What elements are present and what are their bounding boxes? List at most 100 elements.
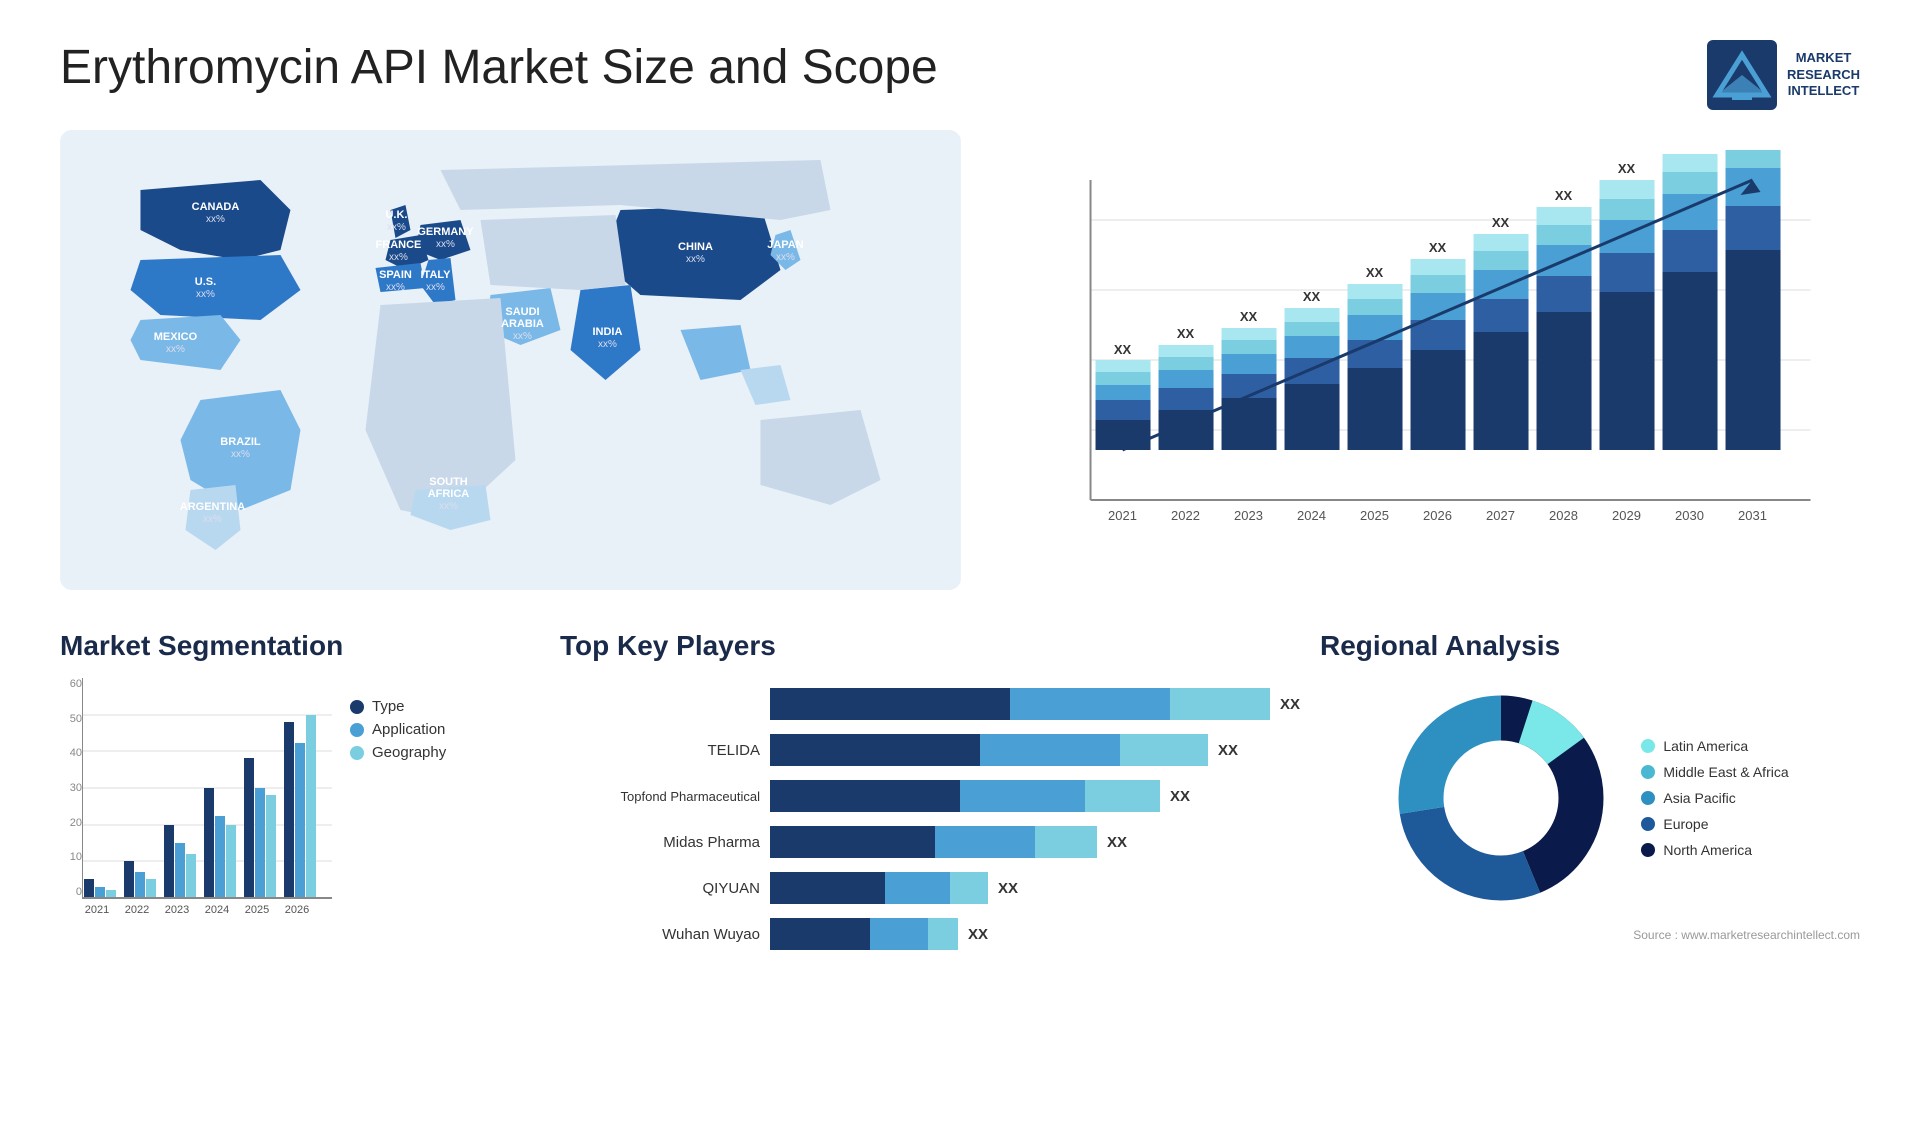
bar-2030-year: 2030 xyxy=(1675,508,1704,523)
bar-2028-label: XX xyxy=(1555,188,1573,203)
bar-2024-seg4 xyxy=(1284,322,1339,336)
bar-2022-seg2 xyxy=(1158,388,1213,410)
brazil-label: BRAZIL xyxy=(220,436,261,448)
bar-2028-seg1 xyxy=(1536,312,1591,450)
bar-2021-seg4 xyxy=(1095,372,1150,385)
player-row-5: QIYUAN XX xyxy=(560,872,1300,904)
bar-2026-label: XX xyxy=(1429,240,1447,255)
player-name-2: TELIDA xyxy=(560,742,760,759)
argentina-label: ARGENTINA xyxy=(180,501,245,513)
bar-2027-seg4 xyxy=(1473,251,1528,270)
regional-label-latin: Latin America xyxy=(1663,738,1748,754)
regional-legend-europe: Europe xyxy=(1641,816,1788,832)
japan-value: xx% xyxy=(776,252,795,263)
bar-2023-seg1 xyxy=(1221,398,1276,450)
bar-2031-seg2 xyxy=(1725,206,1780,250)
regional-legend: Latin America Middle East & Africa Asia … xyxy=(1641,738,1788,858)
regional-title: Regional Analysis xyxy=(1320,630,1860,662)
bar-2025-label: XX xyxy=(1366,265,1384,280)
bar-2021-seg5 xyxy=(1095,360,1150,372)
seg-chart: 0 10 20 30 40 50 60 xyxy=(60,678,340,938)
saudi-label: SAUDI xyxy=(505,306,539,318)
bar-2022-seg3 xyxy=(1158,370,1213,388)
bar-2029-seg2 xyxy=(1599,253,1654,292)
regional-legend-mea: Middle East & Africa xyxy=(1641,764,1788,780)
key-players-section: Top Key Players XX T xyxy=(560,630,1300,1050)
regional-dot-latin xyxy=(1641,739,1655,753)
germany-value: xx% xyxy=(436,239,455,250)
legend-geography: Geography xyxy=(350,744,446,761)
page-title: Erythromycin API Market Size and Scope xyxy=(60,40,938,95)
canada-value: xx% xyxy=(206,214,225,225)
regional-label-na: North America xyxy=(1663,842,1752,858)
us-label: U.S. xyxy=(195,276,216,288)
bar-2025-seg1 xyxy=(1347,368,1402,450)
player-xx-3: XX xyxy=(1170,788,1190,805)
svg-text:2024: 2024 xyxy=(205,904,229,916)
svg-text:2026: 2026 xyxy=(285,904,309,916)
source-text: Source : www.marketresearchintellect.com xyxy=(1320,928,1860,942)
legend-geography-label: Geography xyxy=(372,744,446,761)
bar-2021-year: 2021 xyxy=(1108,508,1137,523)
player-name-6: Wuhan Wuyao xyxy=(560,926,760,943)
svg-text:2021: 2021 xyxy=(85,904,109,916)
bar-2031-seg1 xyxy=(1725,250,1780,450)
logo-text: MARKET RESEARCH INTELLECT xyxy=(1787,50,1860,101)
player-xx-1: XX xyxy=(1280,696,1300,713)
regional-legend-asia: Asia Pacific xyxy=(1641,790,1788,806)
legend-type: Type xyxy=(350,698,446,715)
us-value: xx% xyxy=(196,289,215,300)
player-xx-4: XX xyxy=(1107,834,1127,851)
regional-label-asia: Asia Pacific xyxy=(1663,790,1735,806)
regional-dot-asia xyxy=(1641,791,1655,805)
bar-2024-seg1 xyxy=(1284,384,1339,450)
bar-2021-seg3 xyxy=(1095,385,1150,400)
regional-section: Regional Analysis xyxy=(1320,630,1860,1050)
bar-2030-seg5 xyxy=(1662,154,1717,172)
spain-value: xx% xyxy=(386,282,405,293)
player-name-4: Midas Pharma xyxy=(560,834,760,851)
player-name-3: Topfond Pharmaceutical xyxy=(560,789,760,804)
legend-type-dot xyxy=(350,700,364,714)
germany-label: GERMANY xyxy=(417,226,474,238)
bar-2023-seg4 xyxy=(1221,340,1276,354)
player-xx-5: XX xyxy=(998,880,1018,897)
player-bar-5: XX xyxy=(770,872,1300,904)
player-bar-2: XX xyxy=(770,734,1300,766)
logo-icon xyxy=(1707,40,1777,110)
legend-application-dot xyxy=(350,723,364,737)
bar-2023-seg5 xyxy=(1221,328,1276,340)
seg-chart-svg: 2021 2022 2023 2024 2025 2026 xyxy=(82,678,342,938)
bar-2030-label: XX xyxy=(1681,150,1699,151)
player-bar-6: XX xyxy=(770,918,1300,950)
bar-2025-seg2 xyxy=(1347,340,1402,368)
regional-dot-na xyxy=(1641,843,1655,857)
bar-2031-seg4 xyxy=(1725,150,1780,168)
bar-2026-year: 2026 xyxy=(1423,508,1452,523)
segmentation-section: Market Segmentation 0 10 20 30 40 50 60 xyxy=(60,630,540,1050)
bar-2026-seg1 xyxy=(1410,350,1465,450)
regional-dot-europe xyxy=(1641,817,1655,831)
india-value: xx% xyxy=(598,339,617,350)
france-value: xx% xyxy=(389,252,408,263)
donut-chart-svg xyxy=(1391,688,1611,908)
legend-type-label: Type xyxy=(372,698,405,715)
bar-2029-seg1 xyxy=(1599,292,1654,450)
player-bar-3: XX xyxy=(770,780,1300,812)
bar-2023-year: 2023 xyxy=(1234,508,1263,523)
world-map-svg: CANADA xx% U.S. xx% MEXICO xx% BRAZIL xx… xyxy=(60,130,961,590)
key-players-title: Top Key Players xyxy=(560,630,1300,662)
bar-2029-year: 2029 xyxy=(1612,508,1641,523)
bar-2028-seg4 xyxy=(1536,225,1591,245)
bar-2022-seg5 xyxy=(1158,345,1213,357)
southafrica-label: SOUTH xyxy=(429,476,468,488)
player-row-6: Wuhan Wuyao XX xyxy=(560,918,1300,950)
saudi-value: xx% xyxy=(513,331,532,342)
southafrica-value: xx% xyxy=(439,501,458,512)
seg-legend: Type Application Geography xyxy=(350,698,446,938)
bar-2027-seg1 xyxy=(1473,332,1528,450)
china-value: xx% xyxy=(686,254,705,265)
bar-2028-year: 2028 xyxy=(1549,508,1578,523)
regional-legend-latin: Latin America xyxy=(1641,738,1788,754)
bar-2028-seg2 xyxy=(1536,276,1591,312)
